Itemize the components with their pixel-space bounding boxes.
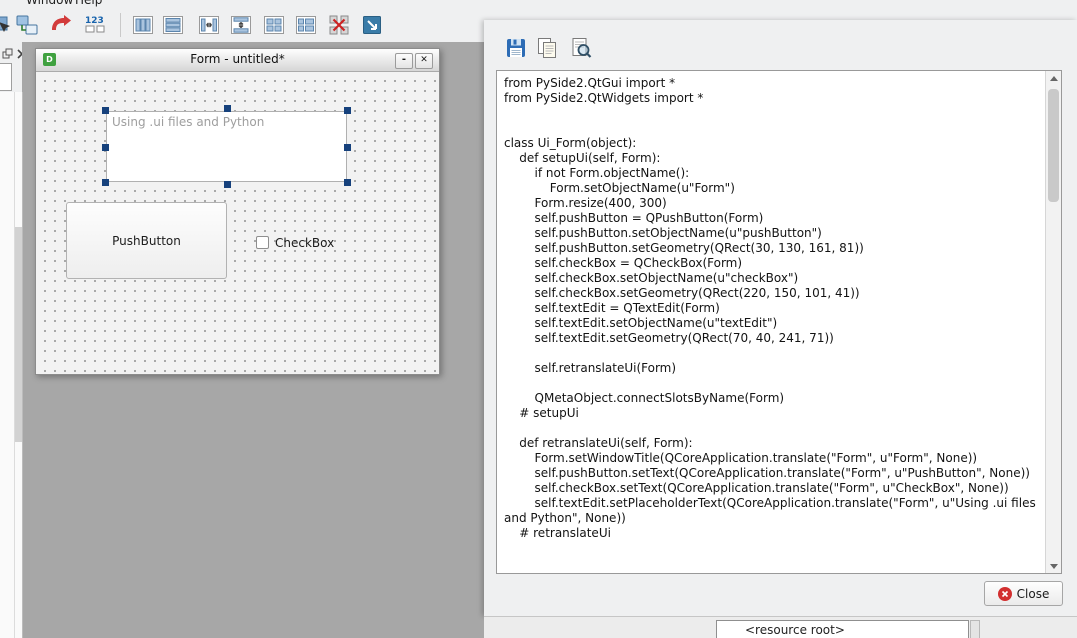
layout-splitter-vertical-icon[interactable]	[228, 12, 254, 38]
menu-help[interactable]: Help	[75, 0, 102, 7]
widgetbox-scrollbar-thumb[interactable]	[15, 227, 22, 442]
save-icon[interactable]	[504, 36, 528, 60]
selection-handle-e[interactable]	[344, 144, 351, 151]
adjust-size-icon[interactable]	[359, 12, 385, 38]
scroll-down-icon[interactable]	[1046, 559, 1061, 573]
layout-vertical-icon[interactable]	[160, 12, 186, 38]
close-dialog-button[interactable]: Close	[984, 581, 1063, 606]
selection-handle-sw[interactable]	[102, 179, 109, 186]
selection-handle-n[interactable]	[224, 105, 231, 112]
code-scrollbar[interactable]	[1045, 71, 1061, 573]
python-code-text: from PySide2.QtGui import * from PySide2…	[497, 71, 1044, 573]
textedit-widget[interactable]: Using .ui files and Python	[106, 111, 347, 182]
selection-handle-w[interactable]	[102, 144, 109, 151]
checkbox-widget[interactable]: CheckBox	[256, 222, 357, 263]
checkbox-indicator	[256, 236, 269, 249]
layout-horizontal-icon[interactable]	[130, 12, 156, 38]
minimize-button[interactable]: -	[395, 53, 413, 69]
widgetbox-filter-input[interactable]	[0, 63, 12, 91]
code-scrollbar-thumb[interactable]	[1048, 89, 1059, 202]
menubar: Window Help	[0, 0, 1077, 7]
form-window-titlebar[interactable]: D Form - untitled* - ✕	[36, 49, 439, 72]
edit-tab-order-icon[interactable]: 123	[82, 12, 108, 38]
resource-browser-dock: <resource root>	[484, 616, 1077, 638]
form-window-title: Form - untitled*	[36, 52, 439, 66]
layout-form-icon[interactable]	[293, 12, 319, 38]
form-editor-window: D Form - untitled* - ✕ Using .ui files a…	[35, 48, 440, 375]
checkbox-label: CheckBox	[275, 236, 334, 250]
copy-icon[interactable]	[535, 36, 559, 60]
close-button-label: Close	[1017, 587, 1050, 601]
edit-signals-slots-icon[interactable]	[14, 12, 40, 38]
break-layout-icon[interactable]	[326, 12, 352, 38]
selection-handle-ne[interactable]	[344, 107, 351, 114]
layout-splitter-horizontal-icon[interactable]	[196, 12, 222, 38]
selection-handle-s[interactable]	[224, 181, 231, 188]
layout-grid-icon[interactable]	[261, 12, 287, 38]
widgetbox-panel	[0, 92, 23, 638]
menu-window[interactable]: Window	[26, 0, 73, 7]
resource-root-item[interactable]: <resource root>	[717, 621, 968, 637]
close-circle-icon	[998, 587, 1012, 601]
resource-tree: <resource root>	[716, 620, 969, 638]
scroll-up-icon[interactable]	[1046, 71, 1061, 85]
resource-scrollbar[interactable]	[970, 620, 980, 638]
selection-handle-nw[interactable]	[102, 107, 109, 114]
toolbar-separator	[120, 13, 121, 37]
code-view[interactable]: from PySide2.QtGui import * from PySide2…	[496, 70, 1062, 574]
close-button[interactable]: ✕	[415, 53, 433, 69]
selection-handle-se[interactable]	[344, 179, 351, 186]
find-icon[interactable]	[569, 36, 593, 60]
textedit-placeholder: Using .ui files and Python	[107, 112, 346, 132]
float-icon[interactable]	[1, 47, 14, 60]
edit-widgets-icon[interactable]	[0, 12, 12, 38]
svg-text:123: 123	[85, 16, 104, 26]
code-preview-window: from PySide2.QtGui import * from PySide2…	[484, 20, 1077, 616]
textedit-box: Using .ui files and Python	[106, 111, 347, 182]
pushbutton-widget[interactable]: PushButton	[66, 202, 227, 279]
form-canvas[interactable]: Using .ui files and Python PushButton Ch…	[36, 72, 439, 374]
qt-designer-window: Window Help 123	[0, 0, 1077, 638]
edit-buddies-icon[interactable]	[48, 12, 74, 38]
